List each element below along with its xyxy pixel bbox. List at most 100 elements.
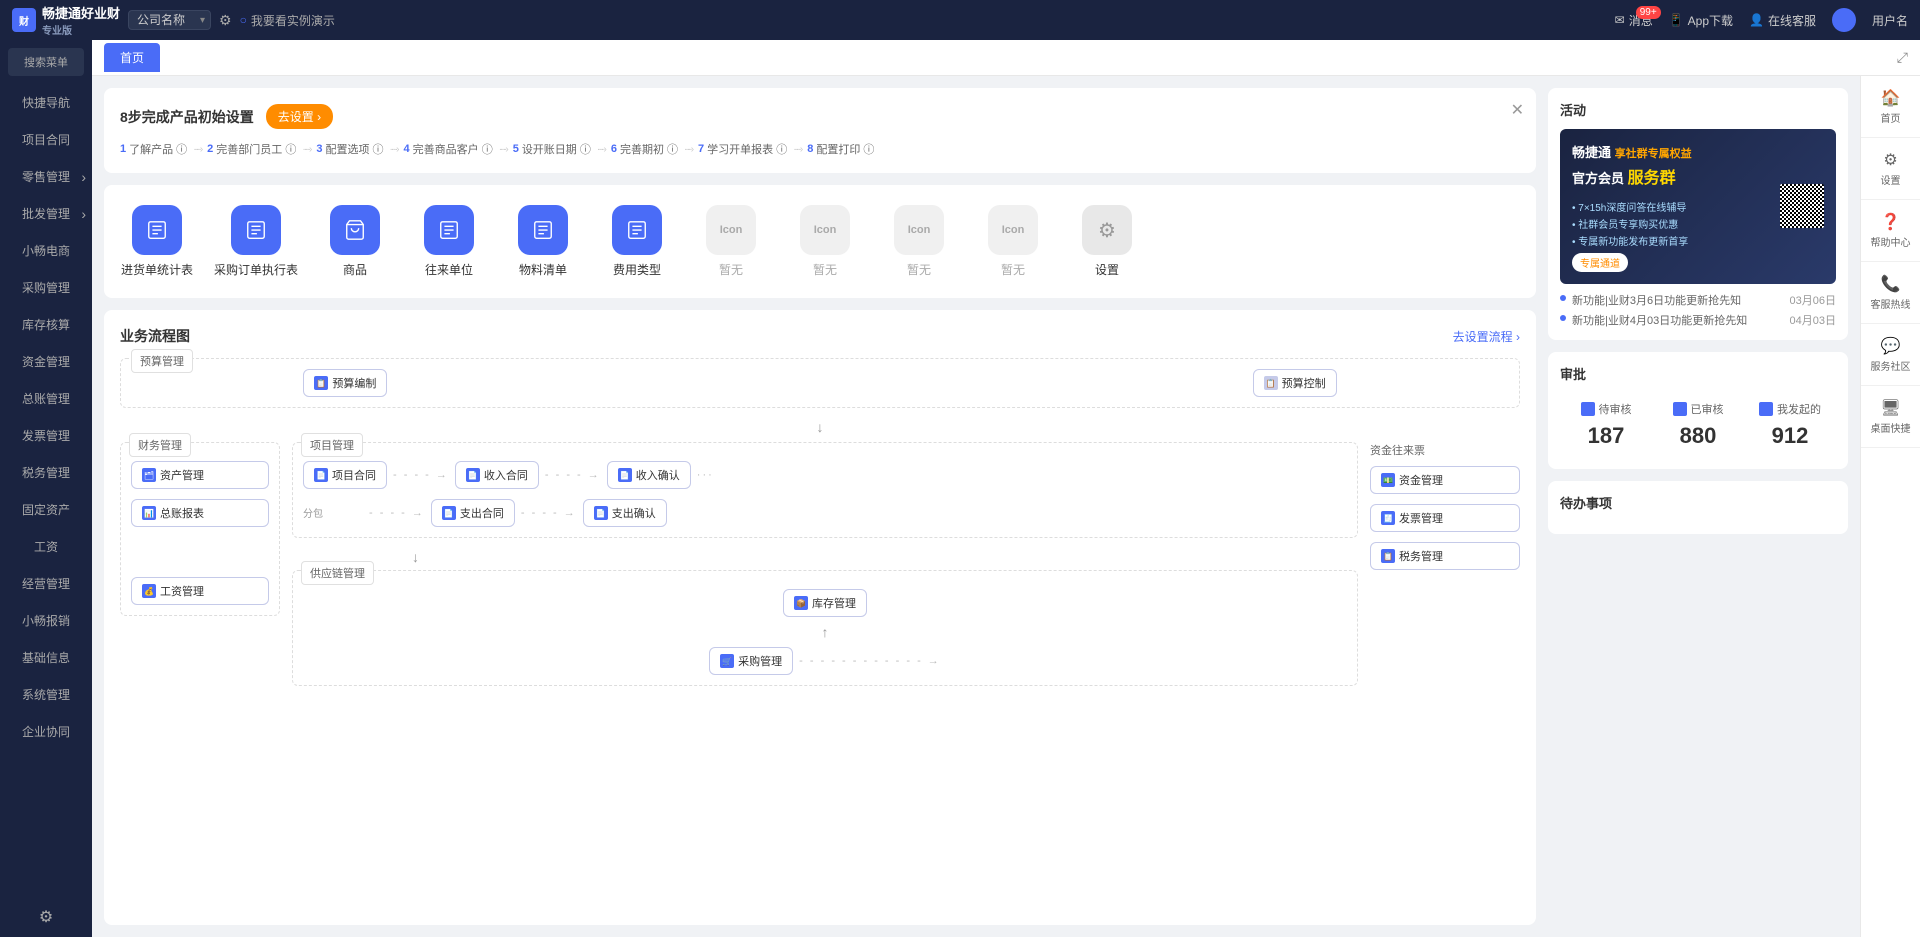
username[interactable]: 用户名 — [1872, 12, 1908, 29]
sidebar-item-wholesale[interactable]: 批发管理 — [0, 195, 92, 232]
setup-goto-button[interactable]: 去设置 › — [266, 104, 333, 129]
rs-help[interactable]: ❓ 帮助中心 — [1861, 200, 1920, 262]
node-income-confirm[interactable]: 📄 收入确认 — [607, 461, 691, 489]
activity-text-1: 新功能|业财3月6日功能更新抢先知 — [1572, 292, 1784, 308]
sidebar-item-ecommerce[interactable]: 小畅电商 — [0, 232, 92, 269]
flow-card: 业务流程图 去设置流程 › 预算管理 📋 预算 — [104, 310, 1536, 925]
project-contract-icon: 📄 — [314, 468, 328, 482]
sidebar-item-enterprise[interactable]: 企业协同 — [0, 713, 92, 750]
purchase-icon: 🛒 — [720, 654, 734, 668]
sidebar-item-purchase[interactable]: 采购管理 — [0, 269, 92, 306]
sidebar-item-tax[interactable]: 税务管理 — [0, 454, 92, 491]
tab-expand-icon[interactable]: ⤢ — [1897, 49, 1908, 66]
approval-pending[interactable]: 待审核 187 — [1560, 393, 1652, 457]
node-inventory[interactable]: 📦 库存管理 — [783, 589, 867, 617]
app-download-button[interactable]: 📱 App下载 — [1669, 12, 1733, 29]
node-budget-control[interactable]: 📋 预算控制 — [1253, 369, 1337, 397]
logo: 财 畅捷通好业财 专业版 — [12, 3, 120, 37]
pending-count: 187 — [1564, 423, 1648, 449]
messages-button[interactable]: ✉ 消息 99+ — [1615, 12, 1653, 29]
node-expense-contract[interactable]: 📄 支出合同 — [431, 499, 515, 527]
rs-settings-label: 设置 — [1865, 172, 1916, 187]
activity-card: 活动 畅捷通 享社群专属权益 官方会员 服务群 7×15h深度 — [1548, 88, 1848, 340]
budget-area: 预算管理 📋 预算编制 📋 预算控制 — [120, 358, 1520, 408]
banner-highlight: 服务群 — [1628, 170, 1676, 187]
sidebar-item-project-contract[interactable]: 项目合同 — [0, 121, 92, 158]
node-invoice[interactable]: 🧾 发票管理 — [1370, 504, 1520, 532]
node-asset[interactable]: 🗂 资产管理 — [131, 461, 269, 489]
rs-settings[interactable]: ⚙ 设置 — [1861, 138, 1920, 200]
sidebar-settings-icon[interactable]: ⚙ — [0, 897, 92, 937]
approval-reviewed[interactable]: 已审核 880 — [1652, 393, 1744, 457]
search-menu-button[interactable]: 搜索菜单 — [8, 48, 84, 76]
banner-text: 畅捷通 享社群专属权益 官方会员 服务群 — [1572, 141, 1692, 194]
sidebar-item-quick-nav[interactable]: 快捷导航 — [0, 84, 92, 121]
approval-initiated[interactable]: 我发起的 912 — [1744, 393, 1836, 457]
sidebar-item-capital[interactable]: 资金管理 — [0, 343, 92, 380]
sidebar-item-basic-info[interactable]: 基础信息 — [0, 639, 92, 676]
online-service-label: 在线客服 — [1768, 12, 1816, 29]
node-capital-mgmt[interactable]: 💵 资金管理 — [1370, 466, 1520, 494]
company-select[interactable]: 公司名称 — [128, 10, 211, 30]
banner-join-button[interactable]: 专属通道 — [1572, 253, 1628, 272]
rs-home[interactable]: 🏠 首页 — [1861, 76, 1920, 138]
main-layout: 搜索菜单 快捷导航 项目合同 零售管理 批发管理 小畅电商 采购管理 库存核算 … — [0, 40, 1920, 937]
sidebar-item-salary[interactable]: 工资 — [0, 528, 92, 565]
initiated-label: 我发起的 — [1748, 401, 1832, 417]
sidebar-item-system[interactable]: 系统管理 — [0, 676, 92, 713]
placeholder-1-label: 暂无 — [719, 261, 743, 278]
node-general-ledger[interactable]: 📊 总账报表 — [131, 499, 269, 527]
company-selector[interactable]: 公司名称 ▾ — [128, 10, 211, 30]
setup-close-button[interactable]: ✕ — [1511, 100, 1524, 120]
node-expense-confirm[interactable]: 📄 支出确认 — [583, 499, 667, 527]
icon-purchase-stats[interactable]: 进货单统计表 — [112, 197, 202, 286]
icon-placeholder-3[interactable]: Icon 暂无 — [874, 197, 964, 286]
node-project-contract[interactable]: 📄 项目合同 — [303, 461, 387, 489]
online-service-button[interactable]: 👤 在线客服 — [1749, 12, 1816, 29]
rs-desktop[interactable]: 🖥 桌面快捷 — [1861, 386, 1920, 448]
node-purchase[interactable]: 🛒 采购管理 — [709, 647, 793, 675]
budget-nodes: 📋 预算编制 📋 预算控制 — [137, 369, 1503, 397]
logo-title: 畅捷通好业财 — [42, 3, 120, 22]
rs-community[interactable]: 💬 服务社区 — [1861, 324, 1920, 386]
tab-home[interactable]: 首页 — [104, 43, 160, 72]
flow-dots-2: - - - - → — [545, 469, 601, 481]
supply-area: 供应链管理 📦 库存管理 ↑ — [292, 570, 1358, 686]
node-budget-plan[interactable]: 📋 预算编制 — [303, 369, 387, 397]
user-avatar[interactable] — [1832, 8, 1856, 32]
demo-link[interactable]: 我要看实例演示 — [240, 12, 335, 29]
icon-placeholder-2[interactable]: Icon 暂无 — [780, 197, 870, 286]
rs-hotline[interactable]: 📞 客服热线 — [1861, 262, 1920, 324]
sidebar-item-invoice[interactable]: 发票管理 — [0, 417, 92, 454]
icon-placeholder-4[interactable]: Icon 暂无 — [968, 197, 1058, 286]
approval-title: 审批 — [1560, 364, 1836, 383]
activity-item-2[interactable]: 新功能|业财4月03日功能更新抢先知 04月03日 — [1560, 312, 1836, 328]
setup-step-7: 7 学习开单报表 ⓘ — [698, 141, 787, 157]
node-income-contract[interactable]: 📄 收入合同 — [455, 461, 539, 489]
purchase-stats-label: 进货单统计表 — [121, 261, 193, 278]
icon-expense-type[interactable]: 费用类型 — [592, 197, 682, 286]
activity-text-2: 新功能|业财4月03日功能更新抢先知 — [1572, 312, 1784, 328]
sidebar-item-fixed-assets[interactable]: 固定资产 — [0, 491, 92, 528]
setup-step-6: 6 完善期初 ⓘ — [611, 141, 678, 157]
icon-placeholder-1[interactable]: Icon 暂无 — [686, 197, 776, 286]
flow-setup-link[interactable]: 去设置流程 › — [1453, 328, 1520, 345]
sidebar-item-operations[interactable]: 经营管理 — [0, 565, 92, 602]
placeholder-1-icon: Icon — [706, 205, 756, 255]
expense-type-icon — [612, 205, 662, 255]
icon-goods[interactable]: 商品 — [310, 197, 400, 286]
sidebar-item-inventory[interactable]: 库存核算 — [0, 306, 92, 343]
icon-settings[interactable]: ⚙ 设置 — [1062, 197, 1152, 286]
node-tax[interactable]: 📋 税务管理 — [1370, 542, 1520, 570]
icon-bom[interactable]: 物料清单 — [498, 197, 588, 286]
activity-item-1[interactable]: 新功能|业财3月6日功能更新抢先知 03月06日 — [1560, 292, 1836, 308]
sidebar-item-general-ledger[interactable]: 总账管理 — [0, 380, 92, 417]
node-salary[interactable]: 💰 工资管理 — [131, 577, 269, 605]
icon-partners[interactable]: 往来单位 — [404, 197, 494, 286]
icon-po-exec[interactable]: 采购订单执行表 — [206, 197, 306, 286]
flow-dots-5: - - - - → — [521, 507, 577, 519]
settings-icon[interactable]: ⚙ — [219, 12, 232, 29]
sidebar-item-retail[interactable]: 零售管理 — [0, 158, 92, 195]
logo-text-wrap: 畅捷通好业财 专业版 — [42, 3, 120, 37]
sidebar-item-expense[interactable]: 小畅报销 — [0, 602, 92, 639]
